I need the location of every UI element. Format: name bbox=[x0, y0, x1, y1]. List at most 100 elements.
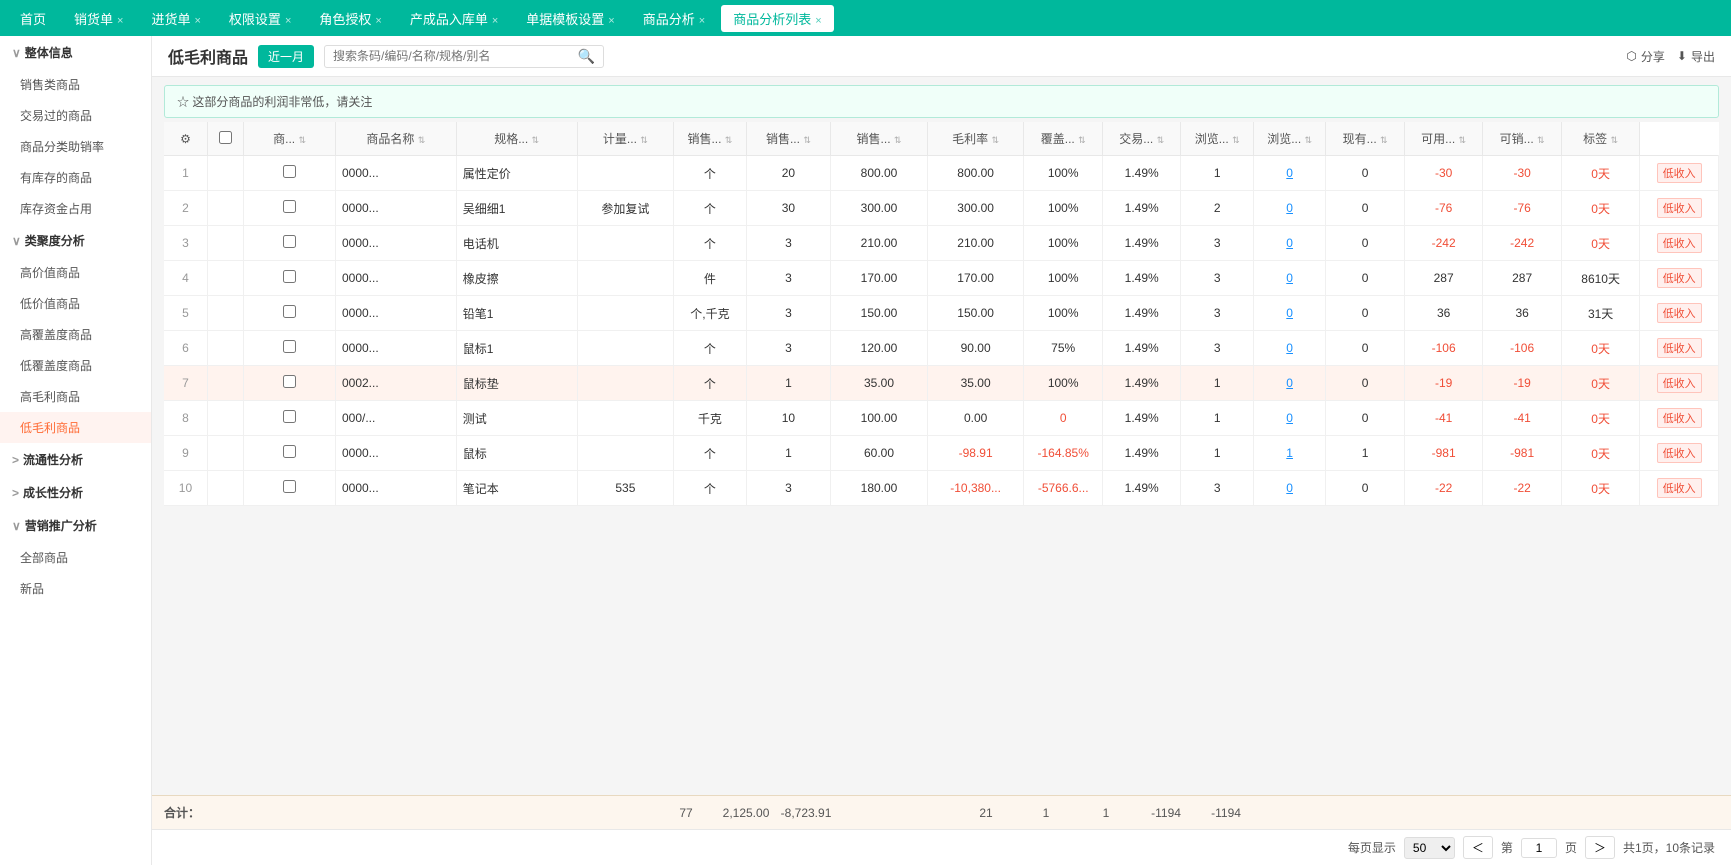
row-checkbox-6[interactable] bbox=[244, 366, 336, 401]
row-checkbox-8[interactable] bbox=[244, 436, 336, 471]
row-checkbox-9[interactable] bbox=[244, 471, 336, 506]
col-current-stock-header[interactable]: 现有... ⇅ bbox=[1326, 122, 1405, 156]
sidebar-item-new-goods[interactable]: 新品 bbox=[0, 573, 151, 604]
sidebar-item-stock-goods[interactable]: 有库存的商品 bbox=[0, 162, 151, 193]
col-trade-header[interactable]: 交易... ⇅ bbox=[1102, 122, 1181, 156]
row-checkbox-2[interactable] bbox=[244, 226, 336, 261]
col-saleable-header[interactable]: 可销... ⇅ bbox=[1483, 122, 1562, 156]
row-trade-count-4: 3 bbox=[1181, 296, 1253, 331]
row-view1-5[interactable]: 0 bbox=[1253, 331, 1325, 366]
row-name-2: 电话机 bbox=[456, 226, 577, 261]
close-icon[interactable]: × bbox=[285, 15, 291, 27]
nav-sales-order[interactable]: 销货单× bbox=[62, 5, 135, 32]
prev-page-button[interactable]: ＜ bbox=[1463, 836, 1493, 859]
page-number-input[interactable] bbox=[1521, 838, 1557, 858]
col-code-header[interactable]: 商... ⇅ bbox=[244, 122, 336, 156]
col-view1-header[interactable]: 浏览... ⇅ bbox=[1181, 122, 1253, 156]
row-code-3: 0000... bbox=[335, 261, 456, 296]
row-num-6: 7 bbox=[164, 366, 207, 401]
row-check-9[interactable] bbox=[283, 480, 296, 493]
sidebar-item-high-margin[interactable]: 高毛利商品 bbox=[0, 381, 151, 412]
col-gross-margin-header[interactable]: 毛利率 ⇅ bbox=[927, 122, 1024, 156]
col-sale-price-header[interactable]: 销售... ⇅ bbox=[746, 122, 831, 156]
col-settings[interactable]: ⚙ bbox=[164, 122, 207, 156]
row-unit-3: 件 bbox=[674, 261, 746, 296]
row-view1-0[interactable]: 0 bbox=[1253, 156, 1325, 191]
sidebar-item-high-coverage[interactable]: 高覆盖度商品 bbox=[0, 319, 151, 350]
sidebar-group-marketing[interactable]: ∨营销推广分析 bbox=[0, 509, 151, 542]
row-checkbox-0[interactable] bbox=[244, 156, 336, 191]
row-check-3[interactable] bbox=[283, 270, 296, 283]
sidebar-group-cluster[interactable]: ∨类聚度分析 bbox=[0, 224, 151, 257]
sidebar-item-sales-goods[interactable]: 销售类商品 bbox=[0, 69, 151, 100]
sidebar-group-overall[interactable]: ∨整体信息 bbox=[0, 36, 151, 69]
table-row: 7 0002... 鼠标垫 个 1 35.00 35.00 100% 1.49%… bbox=[164, 366, 1719, 401]
select-all-checkbox[interactable] bbox=[219, 131, 232, 144]
col-unit-header[interactable]: 计量... ⇅ bbox=[577, 122, 674, 156]
col-coverage-header[interactable]: 覆盖... ⇅ bbox=[1024, 122, 1103, 156]
col-sale-qty-header[interactable]: 销售... ⇅ bbox=[674, 122, 746, 156]
export-button[interactable]: ⬇ 导出 bbox=[1677, 48, 1715, 65]
row-checkbox-4[interactable] bbox=[244, 296, 336, 331]
sidebar-group-liquidity[interactable]: >流通性分析 bbox=[0, 443, 151, 476]
per-page-select[interactable]: 50 20 100 bbox=[1404, 837, 1455, 859]
sidebar-item-category-rate[interactable]: 商品分类助销率 bbox=[0, 131, 151, 162]
row-checkbox-3[interactable] bbox=[244, 261, 336, 296]
row-checkbox-5[interactable] bbox=[244, 331, 336, 366]
next-page-button[interactable]: ＞ bbox=[1585, 836, 1615, 859]
close-icon[interactable]: × bbox=[699, 15, 705, 27]
nav-permission-settings[interactable]: 权限设置× bbox=[217, 5, 303, 32]
nav-product-analysis[interactable]: 商品分析× bbox=[631, 5, 717, 32]
close-icon[interactable]: × bbox=[194, 15, 200, 27]
nav-product-inbound[interactable]: 产成品入库单× bbox=[398, 5, 510, 32]
sidebar-item-low-margin[interactable]: 低毛利商品 bbox=[0, 412, 151, 443]
table-wrapper[interactable]: ⚙ 商... ⇅ 商品名称 ⇅ 规格... ⇅ 计量... ⇅ 销售... ⇅ … bbox=[152, 122, 1731, 795]
nav-role-auth[interactable]: 角色授权× bbox=[307, 5, 393, 32]
sidebar-item-stock-capital[interactable]: 库存资金占用 bbox=[0, 193, 151, 224]
close-icon[interactable]: × bbox=[608, 15, 614, 27]
row-coverage-0: 1.49% bbox=[1102, 156, 1181, 191]
col-spec-header[interactable]: 规格... ⇅ bbox=[456, 122, 577, 156]
sidebar-item-all-goods[interactable]: 全部商品 bbox=[0, 542, 151, 573]
row-view1-9[interactable]: 0 bbox=[1253, 471, 1325, 506]
col-avail-stock-header[interactable]: 可用... ⇅ bbox=[1404, 122, 1483, 156]
nav-template-settings[interactable]: 单据模板设置× bbox=[514, 5, 626, 32]
nav-purchase-order[interactable]: 进货单× bbox=[139, 5, 212, 32]
col-sale-amount-header[interactable]: 销售... ⇅ bbox=[831, 122, 928, 156]
filter-recent-month-button[interactable]: 近一月 bbox=[258, 45, 314, 68]
row-view1-8[interactable]: 1 bbox=[1253, 436, 1325, 471]
sidebar-group-growth[interactable]: >成长性分析 bbox=[0, 476, 151, 509]
row-view1-4[interactable]: 0 bbox=[1253, 296, 1325, 331]
row-view1-7[interactable]: 0 bbox=[1253, 401, 1325, 436]
row-check-8[interactable] bbox=[283, 445, 296, 458]
row-check-6[interactable] bbox=[283, 375, 296, 388]
col-tag-header[interactable]: 标签 ⇅ bbox=[1561, 122, 1640, 156]
row-check-5[interactable] bbox=[283, 340, 296, 353]
sidebar-item-low-value[interactable]: 低价值商品 bbox=[0, 288, 151, 319]
nav-home[interactable]: 首页 bbox=[8, 5, 58, 32]
row-view1-6[interactable]: 0 bbox=[1253, 366, 1325, 401]
row-view1-2[interactable]: 0 bbox=[1253, 226, 1325, 261]
col-name-header[interactable]: 商品名称 ⇅ bbox=[335, 122, 456, 156]
row-view1-1[interactable]: 0 bbox=[1253, 191, 1325, 226]
search-input[interactable] bbox=[333, 49, 578, 63]
row-check-1[interactable] bbox=[283, 200, 296, 213]
row-checkbox-7[interactable] bbox=[244, 401, 336, 436]
close-icon[interactable]: × bbox=[375, 15, 381, 27]
row-check-0[interactable] bbox=[283, 165, 296, 178]
col-view2-header[interactable]: 浏览... ⇅ bbox=[1253, 122, 1325, 156]
row-check-4[interactable] bbox=[283, 305, 296, 318]
nav-product-analysis-list[interactable]: 商品分析列表× bbox=[721, 5, 833, 32]
row-view1-3[interactable]: 0 bbox=[1253, 261, 1325, 296]
close-icon[interactable]: × bbox=[117, 15, 123, 27]
close-icon[interactable]: × bbox=[492, 15, 498, 27]
sidebar-item-high-value[interactable]: 高价值商品 bbox=[0, 257, 151, 288]
row-checkbox-1[interactable] bbox=[244, 191, 336, 226]
sidebar-item-low-coverage[interactable]: 低覆盖度商品 bbox=[0, 350, 151, 381]
row-check-2[interactable] bbox=[283, 235, 296, 248]
close-icon[interactable]: × bbox=[815, 15, 821, 27]
row-check-7[interactable] bbox=[283, 410, 296, 423]
sidebar-item-traded-goods[interactable]: 交易过的商品 bbox=[0, 100, 151, 131]
row-saleable-9: 0天 bbox=[1561, 471, 1640, 506]
share-button[interactable]: ⬡ 分享 bbox=[1626, 48, 1665, 65]
